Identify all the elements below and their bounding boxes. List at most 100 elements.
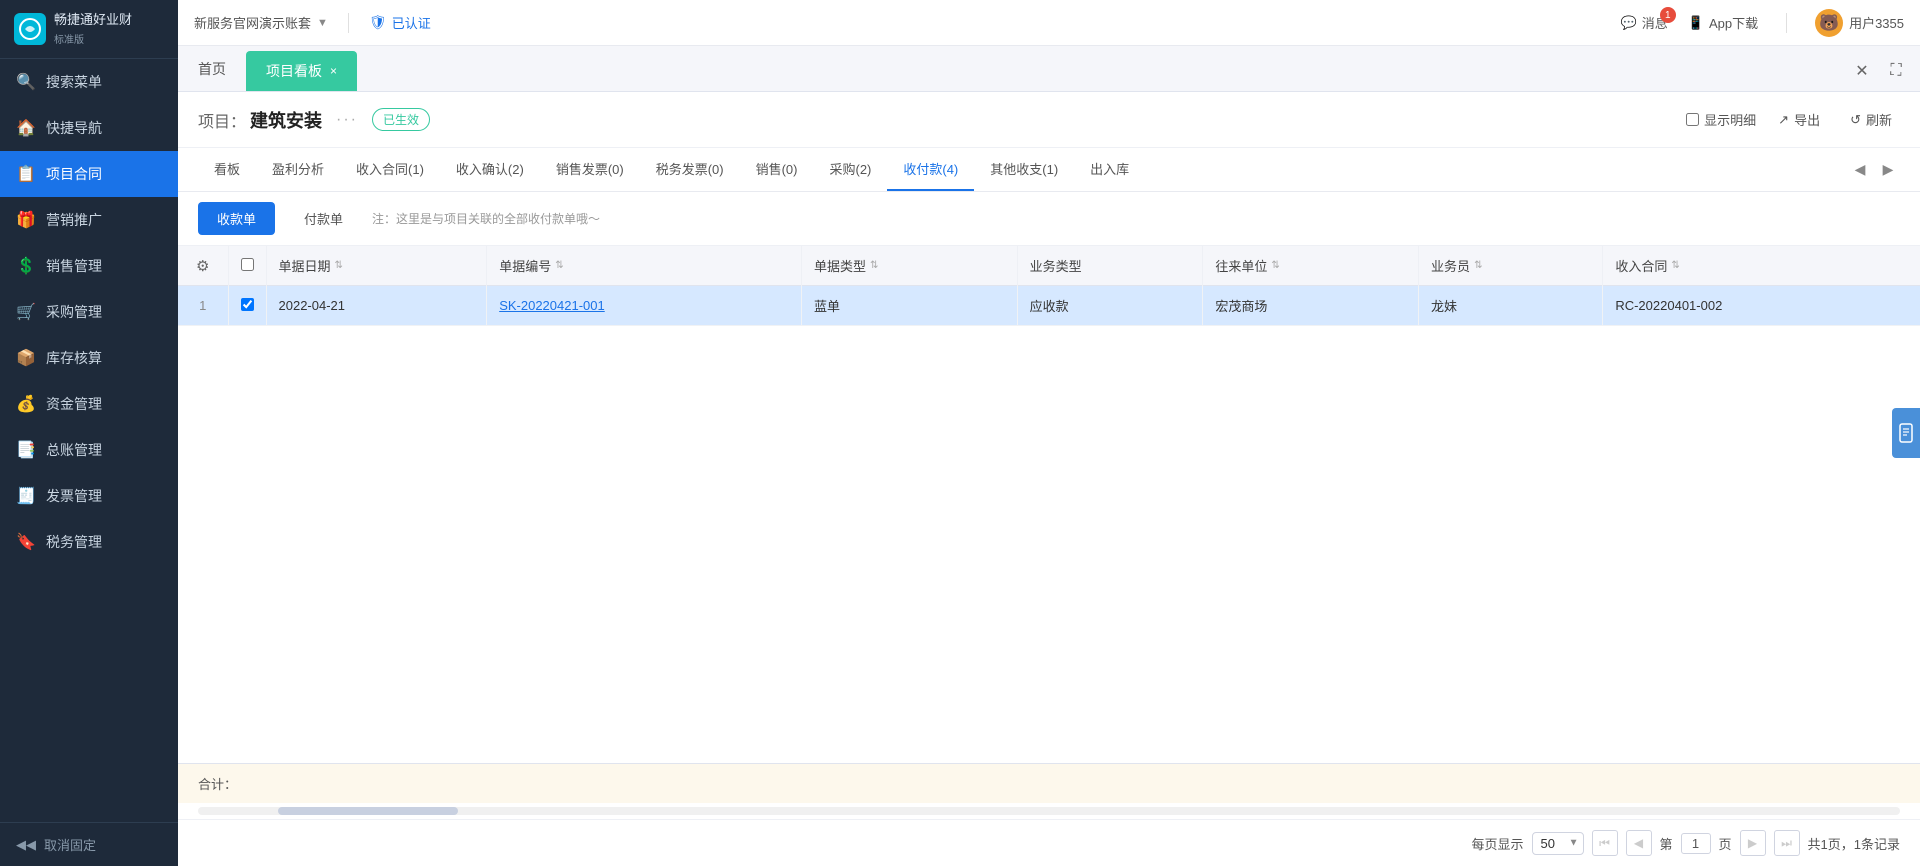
subtab-purchase[interactable]: 采购(2) bbox=[813, 148, 887, 191]
subtab-prev-button[interactable]: ◀ bbox=[1848, 158, 1872, 182]
page-header: 项目：建筑安装 ··· 已生效 显示明细 ↗ 导出 ↺ 刷新 bbox=[178, 92, 1920, 148]
sort-type-button[interactable]: 单据类型 ⇅ bbox=[814, 256, 1005, 275]
unpin-icon: ◀◀ bbox=[16, 837, 36, 853]
close-window-button[interactable]: ✕ bbox=[1848, 57, 1876, 85]
show-detail-checkbox[interactable] bbox=[1686, 113, 1699, 126]
user-menu[interactable]: 🐻 用户3355 bbox=[1815, 9, 1904, 37]
app-download-button[interactable]: 📱 App下载 bbox=[1688, 13, 1758, 32]
page-last-button[interactable]: ⏭ bbox=[1774, 830, 1800, 856]
sidebar: 畅捷通好业财 标准版 🔍 搜索菜单 🏠 快捷导航 📋 项目合同 🎁 营销推广 💲… bbox=[0, 0, 178, 866]
subtab-revenue-contract[interactable]: 收入合同(1) bbox=[340, 148, 440, 191]
home-icon: 🏠 bbox=[16, 118, 36, 138]
subtab-sales[interactable]: 销售(0) bbox=[740, 148, 814, 191]
page-label: 第 bbox=[1660, 834, 1673, 853]
cell-salesperson: 龙妹 bbox=[1419, 286, 1603, 326]
sort-date-button[interactable]: 单据日期 ⇅ bbox=[279, 256, 475, 275]
code-link[interactable]: SK-20220421-001 bbox=[499, 298, 605, 313]
export-button[interactable]: ↗ 导出 bbox=[1770, 106, 1828, 133]
horizontal-scrollbar[interactable] bbox=[178, 803, 1920, 819]
sidebar-item-inventory[interactable]: 📦 库存核算 bbox=[0, 335, 178, 381]
sidebar-item-finance[interactable]: 💰 资金管理 bbox=[0, 381, 178, 427]
current-page-input[interactable]: 1 bbox=[1681, 833, 1711, 854]
sidebar-item-project[interactable]: 📋 项目合同 bbox=[0, 151, 178, 197]
username-label: 用户3355 bbox=[1849, 13, 1904, 32]
sidebar-item-ledger[interactable]: 📑 总账管理 bbox=[0, 427, 178, 473]
content-area: 首页 项目看板 × ✕ ⛶ 项目：建筑安装 ··· 已生效 显示明细 bbox=[178, 46, 1920, 866]
status-badge: 已生效 bbox=[372, 108, 430, 131]
subtab-kanban[interactable]: 看板 bbox=[198, 148, 256, 191]
page-size-select[interactable]: 50 100 200 bbox=[1532, 832, 1584, 855]
sidebar-item-purchase[interactable]: 🛒 采购管理 bbox=[0, 289, 178, 335]
settings-icon[interactable]: ⚙ bbox=[196, 258, 209, 275]
tab-project-kanban[interactable]: 项目看板 × bbox=[246, 51, 357, 91]
refresh-icon: ↺ bbox=[1850, 112, 1861, 128]
subtab-other-expense[interactable]: 其他收支(1) bbox=[974, 148, 1074, 191]
cell-biz-type: 应收款 bbox=[1017, 286, 1203, 326]
topbar-right: 💬 消息 1 📱 App下载 🐻 用户3355 bbox=[1621, 9, 1904, 37]
receipt-icon: 🧾 bbox=[16, 486, 36, 506]
table-row[interactable]: 1 2022-04-21 SK-20220421-001 蓝单 应收款 宏茂商场… bbox=[178, 286, 1920, 326]
col-num: ⚙ bbox=[178, 246, 228, 286]
cell-num: 1 bbox=[178, 286, 228, 326]
subtab-profit[interactable]: 盈利分析 bbox=[256, 148, 340, 191]
row-checkbox[interactable] bbox=[241, 298, 254, 311]
scrollbar-thumb[interactable] bbox=[278, 807, 458, 815]
collection-table: ⚙ 单据日期 ⇅ 单据编号 bbox=[178, 246, 1920, 326]
sidebar-item-sales[interactable]: 💲 销售管理 bbox=[0, 243, 178, 289]
sidebar-footer-unpin[interactable]: ◀◀ 取消固定 bbox=[0, 822, 178, 866]
sidebar-item-shortcut[interactable]: 🏠 快捷导航 bbox=[0, 105, 178, 151]
subtab-sales-invoice[interactable]: 销售发票(0) bbox=[540, 148, 640, 191]
more-options-button[interactable]: ··· bbox=[336, 111, 358, 129]
sidebar-item-search[interactable]: 🔍 搜索菜单 bbox=[0, 59, 178, 105]
page-suffix: 页 bbox=[1719, 834, 1732, 853]
subtab-collection[interactable]: 收付款(4) bbox=[887, 148, 974, 191]
subtab-tax-invoice[interactable]: 税务发票(0) bbox=[640, 148, 740, 191]
sort-salesperson-button[interactable]: 业务员 ⇅ bbox=[1431, 256, 1590, 275]
tab-home[interactable]: 首页 bbox=[178, 49, 246, 91]
page-size-wrapper: 50 100 200 ▼ bbox=[1532, 832, 1584, 855]
cart-icon: 🛒 bbox=[16, 302, 36, 322]
select-all-checkbox[interactable] bbox=[241, 258, 254, 271]
message-button[interactable]: 💬 消息 1 bbox=[1621, 13, 1668, 32]
money-icon: 💰 bbox=[16, 394, 36, 414]
total-records-label: 共1页，1条记录 bbox=[1808, 834, 1900, 853]
page-size-label: 每页显示 bbox=[1471, 834, 1523, 853]
app-logo bbox=[14, 13, 46, 45]
shield-icon: 🛡 bbox=[369, 14, 387, 31]
subtab-revenue-confirm[interactable]: 收入确认(2) bbox=[440, 148, 540, 191]
col-date: 单据日期 ⇅ bbox=[266, 246, 487, 286]
float-panel-button[interactable] bbox=[1892, 408, 1920, 458]
page-prev-button[interactable]: ◀ bbox=[1626, 830, 1652, 856]
sidebar-item-tax[interactable]: 🔖 税务管理 bbox=[0, 519, 178, 565]
col-salesperson: 业务员 ⇅ bbox=[1419, 246, 1603, 286]
sidebar-item-invoice[interactable]: 🧾 发票管理 bbox=[0, 473, 178, 519]
page-title: 项目：建筑安装 bbox=[198, 107, 322, 133]
maximize-window-button[interactable]: ⛶ bbox=[1882, 57, 1910, 85]
sort-partner-button[interactable]: 往来单位 ⇅ bbox=[1215, 256, 1406, 275]
sort-icon: ⇅ bbox=[555, 260, 563, 271]
demo-account-selector[interactable]: 新服务官网演示账套 ▼ bbox=[194, 13, 328, 32]
refresh-button[interactable]: ↺ 刷新 bbox=[1842, 106, 1900, 133]
subtab-nav: 看板 盈利分析 收入合同(1) 收入确认(2) 销售发票(0) 税务发票(0) … bbox=[178, 148, 1920, 192]
sidebar-item-marketing[interactable]: 🎁 营销推广 bbox=[0, 197, 178, 243]
inner-tab-note: 注：这里是与项目关联的全部收付款单哦～ bbox=[372, 210, 600, 227]
table-wrapper: ⚙ 单据日期 ⇅ 单据编号 bbox=[178, 246, 1920, 763]
sort-revenue-contract-button[interactable]: 收入合同 ⇅ bbox=[1615, 256, 1908, 275]
subtab-inout[interactable]: 出入库 bbox=[1074, 148, 1145, 191]
tab-payment-bill[interactable]: 付款单 bbox=[285, 202, 362, 235]
col-type: 单据类型 ⇅ bbox=[802, 246, 1018, 286]
page-first-button[interactable]: ⏮ bbox=[1592, 830, 1618, 856]
search-icon: 🔍 bbox=[16, 72, 36, 92]
show-detail-checkbox-label[interactable]: 显示明细 bbox=[1686, 110, 1756, 129]
project-icon: 📋 bbox=[16, 164, 36, 184]
gift-icon: 🎁 bbox=[16, 210, 36, 230]
tab-collection-bill[interactable]: 收款单 bbox=[198, 202, 275, 235]
tab-close-button[interactable]: × bbox=[330, 64, 337, 78]
cell-revenue-contract: RC-20220401-002 bbox=[1603, 286, 1920, 326]
sort-code-button[interactable]: 单据编号 ⇅ bbox=[499, 256, 789, 275]
topbar-separator2 bbox=[1786, 13, 1787, 33]
page-next-button[interactable]: ▶ bbox=[1740, 830, 1766, 856]
sort-icon: ⇅ bbox=[870, 260, 878, 271]
subtab-next-button[interactable]: ▶ bbox=[1876, 158, 1900, 182]
main-area: 新服务官网演示账套 ▼ 🛡 已认证 💬 消息 1 📱 App下载 🐻 用户335… bbox=[178, 0, 1920, 866]
